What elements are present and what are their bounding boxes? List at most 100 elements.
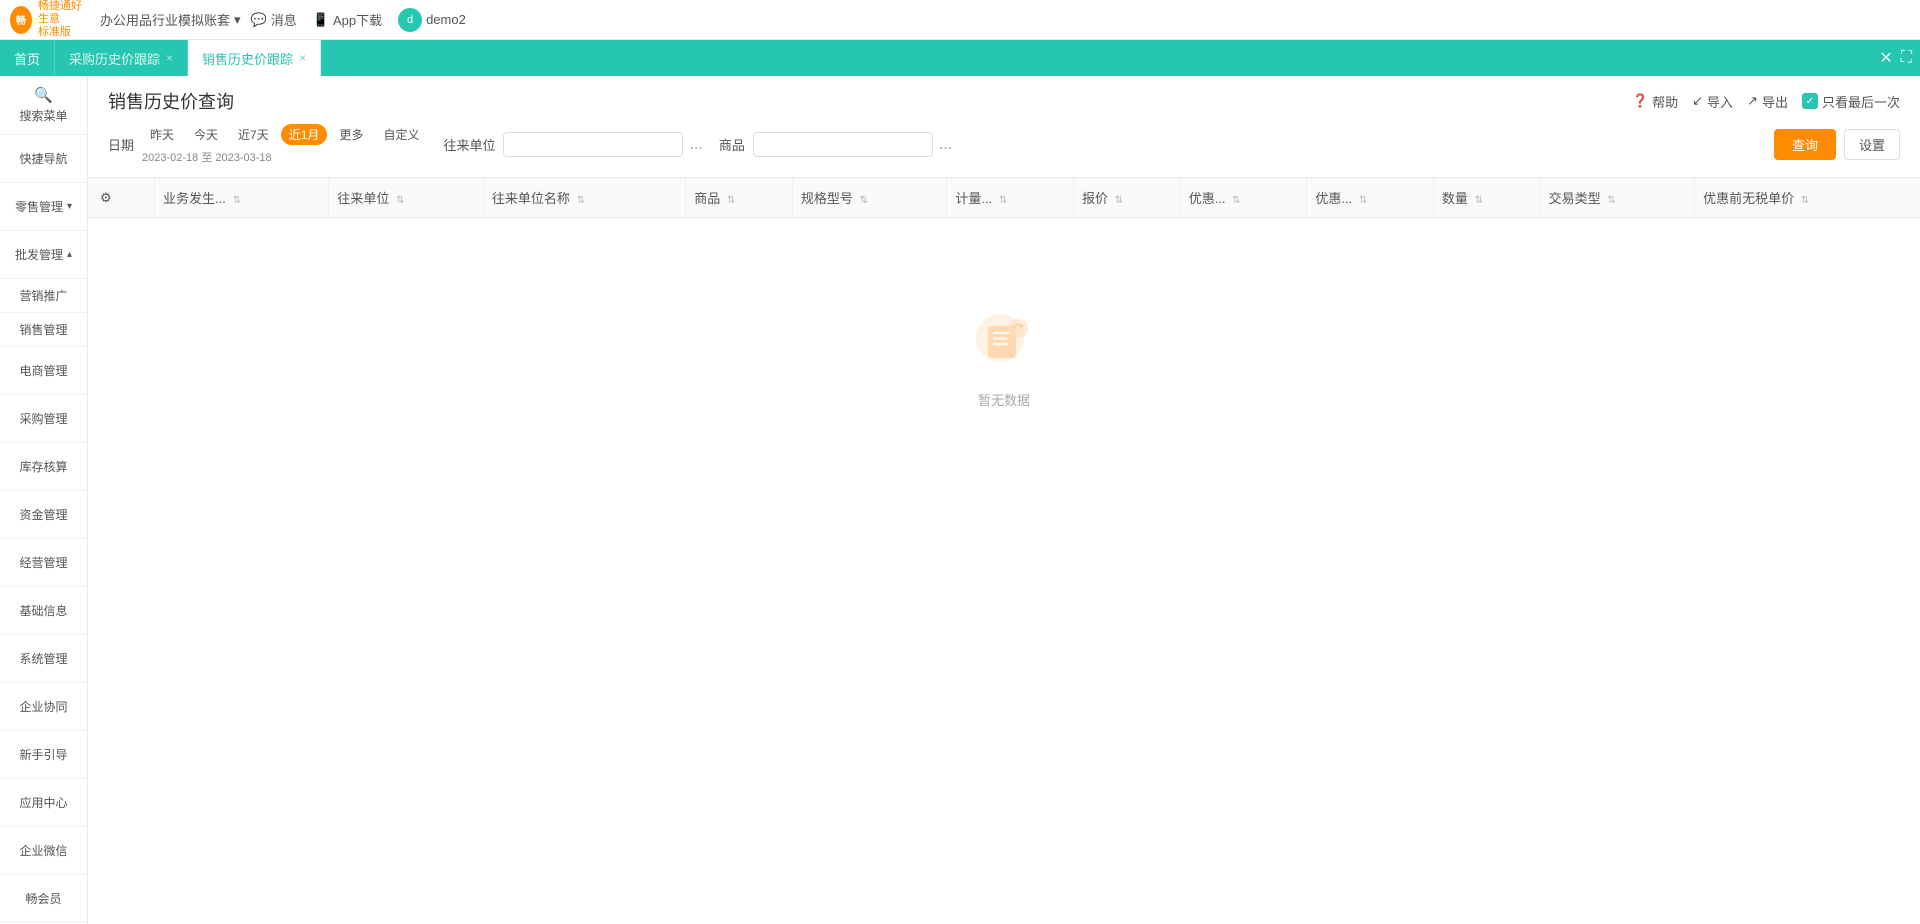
date-pill-custom[interactable]: 自定义 <box>375 124 427 145</box>
date-pill-7days[interactable]: 近7天 <box>230 124 277 145</box>
logo-icon: 畅 <box>10 6 32 34</box>
sidebar-item-purchase-mgmt[interactable]: 采购管理 <box>0 395 87 443</box>
page-title: 销售历史价查询 <box>108 88 234 114</box>
empty-state: 暂无数据 <box>88 218 1920 489</box>
message-button[interactable]: 💬 消息 <box>251 10 297 29</box>
filter-bar: 日期 昨天 今天 近7天 近1月 更多 自定义 2023-02-18 至 202… <box>108 124 1900 177</box>
product-input-wrap: ... <box>753 132 952 157</box>
sidebar-item-ecommerce[interactable]: 电商管理 <box>0 347 87 395</box>
product-dots-button[interactable]: ... <box>939 136 952 154</box>
sidebar-item-marketing[interactable]: 营销推广 <box>0 279 87 313</box>
gear-icon: ⚙ <box>100 190 112 205</box>
sidebar-item-inventory[interactable]: 库存核算 <box>0 443 87 491</box>
tab-sales-history[interactable]: 销售历史价跟踪 × <box>188 40 321 76</box>
sort-arrows-counterpart-name: ⇅ <box>577 195 585 206</box>
table-col-unit[interactable]: 计量... ⇅ <box>947 178 1074 218</box>
settings-button[interactable]: 设置 <box>1844 129 1900 160</box>
sidebar-item-corp-wechat[interactable]: 企业微信 <box>0 827 87 875</box>
tab-sales-history-close[interactable]: × <box>299 51 306 65</box>
app-download-button[interactable]: 📱 App下载 <box>313 10 382 29</box>
table-col-gear[interactable]: ⚙ <box>88 178 154 218</box>
counterpart-input-wrap: ... <box>503 132 702 157</box>
table-col-pretax-price[interactable]: 优惠前无税单价 ⇅ <box>1695 178 1920 218</box>
only-last-checkbox[interactable]: ✓ 只看最后一次 <box>1802 92 1900 111</box>
sort-arrows-spec: ⇅ <box>860 195 868 206</box>
sidebar-item-basic-info[interactable]: 基础信息 <box>0 587 87 635</box>
help-button[interactable]: ❓ 帮助 <box>1632 92 1678 111</box>
message-icon: 💬 <box>251 12 267 28</box>
sidebar-item-membership[interactable]: 畅会员 <box>0 875 87 923</box>
tab-home[interactable]: 首页 <box>0 40 55 76</box>
table-container[interactable]: ⚙ 业务发生... ⇅ 往来单位 ⇅ 往来单位名称 ⇅ <box>88 178 1920 924</box>
table-col-counterpart-name[interactable]: 往来单位名称 ⇅ <box>483 178 685 218</box>
top-bar-actions: 💬 消息 📱 App下载 d demo2 <box>251 8 466 32</box>
date-filter-group: 日期 昨天 今天 近7天 近1月 更多 自定义 2023-02-18 至 202… <box>108 124 427 165</box>
product-input[interactable] <box>753 132 933 157</box>
counterpart-filter-group: 往来单位 ... <box>443 132 702 157</box>
table-col-biz-date[interactable]: 业务发生... ⇅ <box>154 178 328 218</box>
date-range-text: 2023-02-18 至 2023-03-18 <box>142 149 427 165</box>
table-header-row: ⚙ 业务发生... ⇅ 往来单位 ⇅ 往来单位名称 ⇅ <box>88 178 1920 218</box>
sidebar-item-quick-nav[interactable]: 快捷导航 <box>0 135 87 183</box>
date-pill-yesterday[interactable]: 昨天 <box>142 124 182 145</box>
sidebar-item-wholesale-mgmt[interactable]: 批发管理 ▴ <box>0 231 87 279</box>
tab-bar-right: ✕ ⛶ <box>1879 40 1920 76</box>
table-col-discount2[interactable]: 优惠... ⇅ <box>1307 178 1434 218</box>
empty-state-text: 暂无数据 <box>978 390 1030 409</box>
sort-arrows-product: ⇅ <box>727 195 735 206</box>
date-pills: 昨天 今天 近7天 近1月 更多 自定义 <box>142 124 427 145</box>
sidebar-item-search[interactable]: 🔍 搜索菜单 <box>0 76 87 135</box>
table-col-spec[interactable]: 规格型号 ⇅ <box>792 178 947 218</box>
page-header-top: 销售历史价查询 ❓ 帮助 ↙ 导入 ↗ 导出 ✓ <box>108 88 1900 114</box>
table-col-discount1[interactable]: 优惠... ⇅ <box>1180 178 1307 218</box>
date-pill-1month[interactable]: 近1月 <box>281 124 328 145</box>
table-col-trade-type[interactable]: 交易类型 ⇅ <box>1540 178 1695 218</box>
sort-arrows-quote: ⇅ <box>1115 195 1123 206</box>
filter-right-btns: 查询 设置 <box>1774 129 1900 160</box>
page-header-actions: ❓ 帮助 ↙ 导入 ↗ 导出 ✓ 只看最后一次 <box>1632 92 1900 111</box>
user-avatar[interactable]: d demo2 <box>398 8 466 32</box>
counterpart-input[interactable] <box>503 132 683 157</box>
tab-purchase-history-close[interactable]: × <box>166 51 173 65</box>
sidebar-item-finance[interactable]: 资金管理 <box>0 491 87 539</box>
tab-purchase-history[interactable]: 采购历史价跟踪 × <box>55 40 188 76</box>
date-pill-today[interactable]: 今天 <box>186 124 226 145</box>
sidebar-item-enterprise[interactable]: 企业协同 <box>0 683 87 731</box>
sort-arrows-pretax-price: ⇅ <box>1801 195 1809 206</box>
sidebar-item-retail-mgmt[interactable]: 零售管理 ▾ <box>0 183 87 231</box>
import-icon: ↙ <box>1692 93 1703 109</box>
workspace-selector[interactable]: 办公用品行业模拟账套 ▾ <box>100 10 241 29</box>
sidebar-item-newbie[interactable]: 新手引导 <box>0 731 87 779</box>
empty-state-illustration <box>964 298 1044 378</box>
retail-arrow-icon: ▾ <box>67 201 72 212</box>
sidebar-item-system-mgmt[interactable]: 系统管理 <box>0 635 87 683</box>
tab-close-all-button[interactable]: ✕ <box>1879 48 1892 68</box>
date-pill-more[interactable]: 更多 <box>331 124 371 145</box>
table-head: ⚙ 业务发生... ⇅ 往来单位 ⇅ 往来单位名称 ⇅ <box>88 178 1920 218</box>
content-area: 销售历史价查询 ❓ 帮助 ↙ 导入 ↗ 导出 ✓ <box>88 76 1920 924</box>
table-col-counterpart-code[interactable]: 往来单位 ⇅ <box>329 178 484 218</box>
sort-arrows-quantity: ⇅ <box>1475 195 1483 206</box>
dropdown-arrow-icon: ▾ <box>234 12 241 28</box>
tab-maximize-button[interactable]: ⛶ <box>1901 49 1912 67</box>
product-filter-label: 商品 <box>719 135 745 154</box>
sort-arrows-counterpart-code: ⇅ <box>396 195 404 206</box>
tab-bar: 首页 采购历史价跟踪 × 销售历史价跟踪 × ✕ ⛶ <box>0 40 1920 76</box>
counterpart-dots-button[interactable]: ... <box>689 136 702 154</box>
sidebar-item-app-center[interactable]: 应用中心 <box>0 779 87 827</box>
sort-arrows-biz-date: ⇅ <box>232 195 240 206</box>
sidebar-item-operation[interactable]: 经营管理 <box>0 539 87 587</box>
logo-text: 畅捷通好生意 标准版 <box>38 0 90 39</box>
sidebar: 🔍 搜索菜单 快捷导航 零售管理 ▾ 批发管理 ▴ 营销推广 销售管理 电商管理… <box>0 76 88 924</box>
query-button[interactable]: 查询 <box>1774 129 1836 160</box>
date-filter-label: 日期 <box>108 135 134 154</box>
page-header: 销售历史价查询 ❓ 帮助 ↙ 导入 ↗ 导出 ✓ <box>88 76 1920 178</box>
table-col-quantity[interactable]: 数量 ⇅ <box>1433 178 1540 218</box>
import-button[interactable]: ↙ 导入 <box>1692 92 1733 111</box>
export-button[interactable]: ↗ 导出 <box>1747 92 1788 111</box>
sidebar-item-sales-mgmt[interactable]: 销售管理 <box>0 313 87 347</box>
table-col-product[interactable]: 商品 ⇅ <box>686 178 793 218</box>
sort-arrows-unit: ⇅ <box>999 195 1007 206</box>
wholesale-arrow-icon: ▴ <box>67 249 72 260</box>
table-col-quote[interactable]: 报价 ⇅ <box>1074 178 1181 218</box>
